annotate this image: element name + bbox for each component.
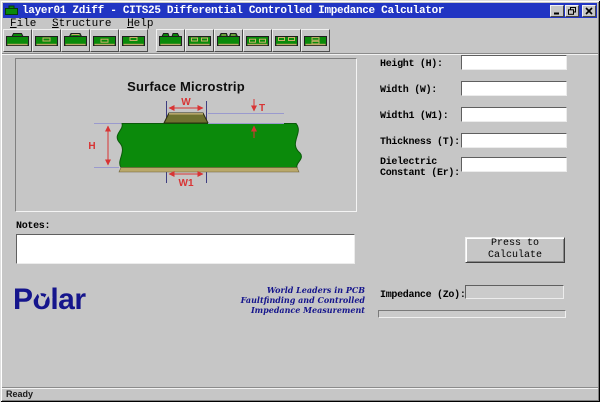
height-input[interactable]	[461, 55, 567, 70]
dim-label-h: H	[88, 141, 95, 152]
thickness-input[interactable]	[461, 133, 567, 148]
window-title: layer01 Zdiff - CITS25 Differential Cont…	[22, 4, 550, 18]
width1-input[interactable]	[461, 107, 567, 122]
toolbar-button-diff-surface-microstrip[interactable]	[156, 29, 185, 52]
close-button[interactable]	[582, 5, 596, 17]
diagram-panel: Surface Microstrip H W	[15, 58, 357, 212]
polar-logo: Polar	[13, 282, 108, 315]
diff-coated-microstrip-icon	[216, 32, 241, 49]
toolbar-button-coated-microstrip[interactable]	[61, 29, 90, 52]
offset-stripline-icon	[121, 32, 146, 49]
tagline-line: Faultfinding and Controlled	[165, 295, 365, 305]
calculate-button[interactable]: Press to Calculate	[465, 237, 565, 263]
status-bar: Ready	[2, 387, 598, 400]
thickness-label: Thickness (T):	[380, 137, 460, 148]
dim-label-w1: W1	[179, 178, 194, 189]
height-label: Height (H):	[380, 59, 443, 70]
diff-stripline-icon	[245, 32, 270, 49]
toolbar-button-offset-stripline[interactable]	[119, 29, 148, 52]
app-icon	[5, 5, 18, 16]
broadside-stripline-icon	[303, 32, 328, 49]
notes-input[interactable]	[16, 234, 355, 264]
status-text: Ready	[6, 389, 33, 399]
diff-embedded-microstrip-icon	[187, 32, 212, 49]
notes-label: Notes:	[16, 221, 50, 232]
restore-icon	[568, 7, 577, 15]
toolbar-button-surface-microstrip[interactable]	[3, 29, 32, 52]
toolbar-button-diff-embedded-microstrip[interactable]	[185, 29, 214, 52]
toolbar-button-broadside-stripline[interactable]	[301, 29, 330, 52]
toolbar	[3, 29, 597, 52]
embedded-microstrip-icon	[34, 32, 59, 49]
toolbar-button-diff-stripline[interactable]	[243, 29, 272, 52]
toolbar-button-embedded-microstrip[interactable]	[32, 29, 61, 52]
dielectric-constant-input[interactable]	[461, 157, 567, 172]
window-controls	[550, 5, 596, 17]
diff-surface-microstrip-icon	[158, 32, 183, 49]
stripline-icon	[92, 32, 117, 49]
toolbar-button-diff-offset-stripline[interactable]	[272, 29, 301, 52]
dim-label-w: W	[181, 97, 191, 108]
impedance-output	[465, 285, 564, 299]
width-label: Width (W):	[380, 85, 437, 96]
toolbar-button-diff-coated-microstrip[interactable]	[214, 29, 243, 52]
tagline-line: World Leaders in PCB	[165, 285, 365, 295]
surface-microstrip-icon	[5, 32, 30, 49]
progress-bar	[378, 310, 566, 318]
toolbar-button-stripline[interactable]	[90, 29, 119, 52]
tagline-line: Impedance Measurement	[165, 305, 365, 315]
coated-microstrip-icon	[63, 32, 88, 49]
impedance-label: Impedance (Zo):	[380, 290, 466, 301]
minimize-button[interactable]	[550, 5, 564, 17]
close-icon	[585, 7, 593, 15]
app-window: layer01 Zdiff - CITS25 Differential Cont…	[0, 0, 600, 402]
width1-label: Width1 (W1):	[380, 111, 448, 122]
company-tagline: World Leaders in PCB Faultfinding and Co…	[165, 285, 365, 315]
surface-microstrip-diagram: H W T W1	[16, 59, 354, 209]
restore-button[interactable]	[565, 5, 579, 17]
minimize-icon	[553, 7, 561, 15]
diff-offset-stripline-icon	[274, 32, 299, 49]
dielectric-constant-label: Dielectric Constant (Er):	[380, 157, 465, 179]
width-input[interactable]	[461, 81, 567, 96]
title-bar[interactable]: layer01 Zdiff - CITS25 Differential Cont…	[3, 3, 597, 18]
dim-label-t: T	[259, 103, 265, 114]
svg-text:Polar: Polar	[13, 283, 86, 315]
